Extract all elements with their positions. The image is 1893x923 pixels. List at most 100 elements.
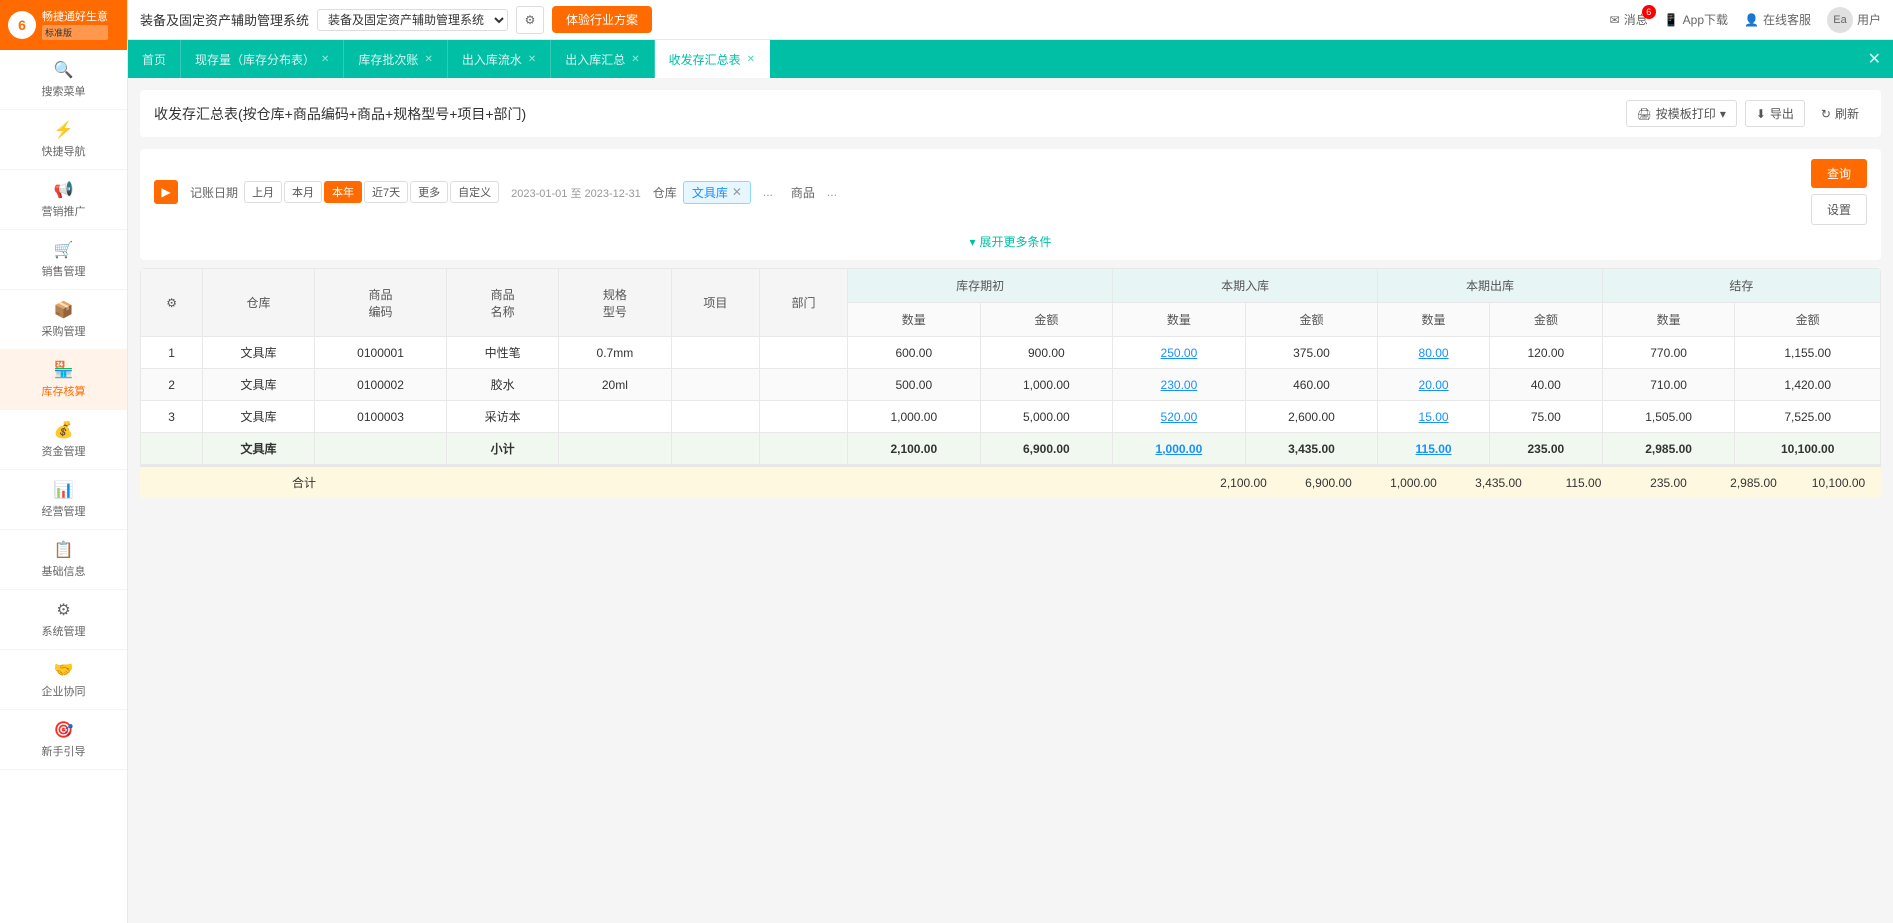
main-table: ⚙ 仓库 商品编码 商品名称 规格型号 项目 部门 库存期初 本期入库 本期出库… <box>140 268 1881 465</box>
date-btn-this-year[interactable]: 本年 <box>324 181 362 203</box>
table-footer: 合计 2,100.00 6,900.00 1,000.00 3,435.00 1… <box>140 465 1881 498</box>
app-download-button[interactable]: 📱 App下载 <box>1664 11 1728 28</box>
chevron-down-icon: ▾ <box>1720 107 1726 121</box>
filter-toggle[interactable]: ▶ <box>154 180 178 204</box>
refresh-icon: ↻ <box>1821 107 1831 121</box>
message-button[interactable]: ✉ 消息 6 <box>1610 11 1648 28</box>
date-btn-7days[interactable]: 近7天 <box>364 181 408 203</box>
search-icon: 🔍 <box>54 60 74 80</box>
sidebar-item-purchase[interactable]: 📦采购管理 <box>0 290 127 350</box>
tab-label-1: 现存量（库存分布表） <box>195 51 315 68</box>
page-title-text: 收发存汇总表(按仓库+商品编码+商品+规格型号+项目+部门) <box>154 104 526 124</box>
sidebar-item-sales[interactable]: 🛒销售管理 <box>0 230 127 290</box>
expand-filter[interactable]: ▾ 展开更多条件 <box>969 233 1051 250</box>
footer-close-qty: 2,985.00 <box>1711 476 1796 490</box>
user-button[interactable]: Ea 用户 <box>1827 7 1881 33</box>
sidebar-item-inventory[interactable]: 🏪库存核算 <box>0 350 127 410</box>
warehouse-tag-close[interactable]: ✕ <box>732 185 742 199</box>
print-icon: 🖨 <box>1637 107 1652 121</box>
purchase-icon: 📦 <box>54 300 74 320</box>
sidebar-item-system[interactable]: ⚙系统管理 <box>0 590 127 650</box>
tab-2[interactable]: 库存批次账✕ <box>344 40 447 78</box>
expand-icon: ▾ <box>969 235 975 249</box>
warehouse-more[interactable]: ... <box>757 183 779 201</box>
tab-3[interactable]: 出入库流水 ✕ <box>448 40 551 78</box>
logo-text: 畅捷通好生意 <box>42 10 108 25</box>
query-button[interactable]: 查询 <box>1811 159 1867 188</box>
goods-label: 商品 <box>791 184 815 201</box>
guide-icon: 🎯 <box>54 720 74 740</box>
footer-open-amt: 6,900.00 <box>1286 476 1371 490</box>
print-button[interactable]: 🖨 按模板打印 ▾ <box>1626 100 1737 127</box>
sidebar-item-basic[interactable]: 📋基础信息 <box>0 530 127 590</box>
sidebar-item-operations[interactable]: 📊经营管理 <box>0 470 127 530</box>
th-warehouse: 仓库 <box>203 269 315 337</box>
sales-icon: 🛒 <box>54 240 74 260</box>
date-btn-custom[interactable]: 自定义 <box>450 181 499 203</box>
close-all-tabs[interactable]: ✕ <box>1856 49 1893 69</box>
try-button[interactable]: 体验行业方案 <box>552 6 652 33</box>
goods-filter: 商品 ... <box>791 183 843 201</box>
sidebar: 6 畅捷通好生意 标准版 🔍搜索菜单⚡快捷导航📢营销推广🛒销售管理📦采购管理🏪库… <box>0 0 128 923</box>
footer-open-qty: 2,100.00 <box>1201 476 1286 490</box>
tab-bar: 首页现存量（库存分布表）✕库存批次账✕出入库流水✕出入库汇总✕收发存汇总表✕ ✕ <box>128 40 1893 78</box>
sidebar-logo[interactable]: 6 畅捷通好生意 标准版 <box>0 0 127 50</box>
date-filter: 记账日期 上月 本月 本年 近7天 更多 自定义 <box>190 181 499 203</box>
tab-0[interactable]: 首页 <box>128 40 181 78</box>
refresh-button[interactable]: ↻ 刷新 <box>1813 101 1867 126</box>
tab-1[interactable]: 现存量（库存分布表） ✕ <box>181 40 344 78</box>
sidebar-item-collab[interactable]: 🤝企业协同 <box>0 650 127 710</box>
sidebar-item-marketing[interactable]: 📢营销推广 <box>0 170 127 230</box>
sidebar-item-guide[interactable]: 🎯新手引导 <box>0 710 127 770</box>
settings-button[interactable]: ⚙ <box>516 6 544 34</box>
export-icon: ⬇ <box>1756 107 1766 121</box>
th-closing-qty: 数量 <box>1602 303 1735 337</box>
th-settings[interactable]: ⚙ <box>141 269 203 337</box>
sidebar-item-quicknav[interactable]: ⚡快捷导航 <box>0 110 127 170</box>
sidebar-item-search[interactable]: 🔍搜索菜单 <box>0 50 127 110</box>
sidebar-items: 🔍搜索菜单⚡快捷导航📢营销推广🛒销售管理📦采购管理🏪库存核算💰资金管理📊经营管理… <box>0 50 127 770</box>
service-icon: 👤 <box>1744 13 1759 27</box>
main-content: 装备及固定资产辅助管理系统 装备及固定资产辅助管理系统 ⚙ 体验行业方案 ✉ 消… <box>128 0 1893 923</box>
tab-close-4[interactable]: ✕ <box>631 54 639 65</box>
tab-label-3: 出入库流水 <box>462 51 522 68</box>
tab-close-3[interactable]: ✕ <box>528 54 536 65</box>
table-row: 文具库小计2,100.006,900.001,000.003,435.00115… <box>141 433 1881 465</box>
footer-label: 合计 <box>184 474 424 491</box>
tab-4[interactable]: 出入库汇总✕ <box>551 40 654 78</box>
th-out-amt: 金额 <box>1489 303 1602 337</box>
th-goods-code: 商品编码 <box>314 269 447 337</box>
th-goods-name: 商品名称 <box>447 269 559 337</box>
date-btn-this-month[interactable]: 本月 <box>284 181 322 203</box>
th-project: 项目 <box>671 269 759 337</box>
tabs-container: 首页现存量（库存分布表）✕库存批次账✕出入库流水✕出入库汇总✕收发存汇总表✕ <box>128 40 1856 78</box>
tab-5[interactable]: 收发存汇总表 ✕ <box>655 40 770 78</box>
goods-more[interactable]: ... <box>821 183 843 201</box>
phone-icon: 📱 <box>1664 13 1679 27</box>
tab-close-5[interactable]: ✕ <box>747 54 755 65</box>
date-btn-last-month[interactable]: 上月 <box>244 181 282 203</box>
date-btn-more[interactable]: 更多 <box>410 181 448 203</box>
th-opening-amt: 金额 <box>980 303 1113 337</box>
system-title: 装备及固定资产辅助管理系统 <box>140 10 309 29</box>
message-badge: 6 <box>1642 5 1656 19</box>
sidebar-item-finance[interactable]: 💰资金管理 <box>0 410 127 470</box>
export-button[interactable]: ⬇ 导出 <box>1745 100 1805 127</box>
footer-in-amt: 3,435.00 <box>1456 476 1541 490</box>
filter-area: ▶ 记账日期 上月 本月 本年 近7天 更多 自定义 <box>140 149 1881 260</box>
finance-icon: 💰 <box>54 420 74 440</box>
basic-icon: 📋 <box>54 540 74 560</box>
logo-tag: 标准版 <box>42 25 108 40</box>
th-group-out: 本期出库 <box>1378 269 1603 303</box>
tab-close-1[interactable]: ✕ <box>321 54 329 65</box>
online-service-button[interactable]: 👤 在线客服 <box>1744 11 1811 28</box>
quicknav-icon: ⚡ <box>54 120 74 140</box>
date-range: 2023-01-01 至 2023-12-31 <box>511 185 641 201</box>
message-icon: ✉ <box>1610 13 1620 27</box>
th-group-closing: 结存 <box>1602 269 1880 303</box>
system-select[interactable]: 装备及固定资产辅助管理系统 <box>317 9 508 31</box>
tab-label-5: 收发存汇总表 <box>669 51 741 68</box>
tab-close-2[interactable]: ✕ <box>424 54 432 65</box>
marketing-icon: 📢 <box>54 180 74 200</box>
set-button[interactable]: 设置 <box>1811 194 1867 225</box>
